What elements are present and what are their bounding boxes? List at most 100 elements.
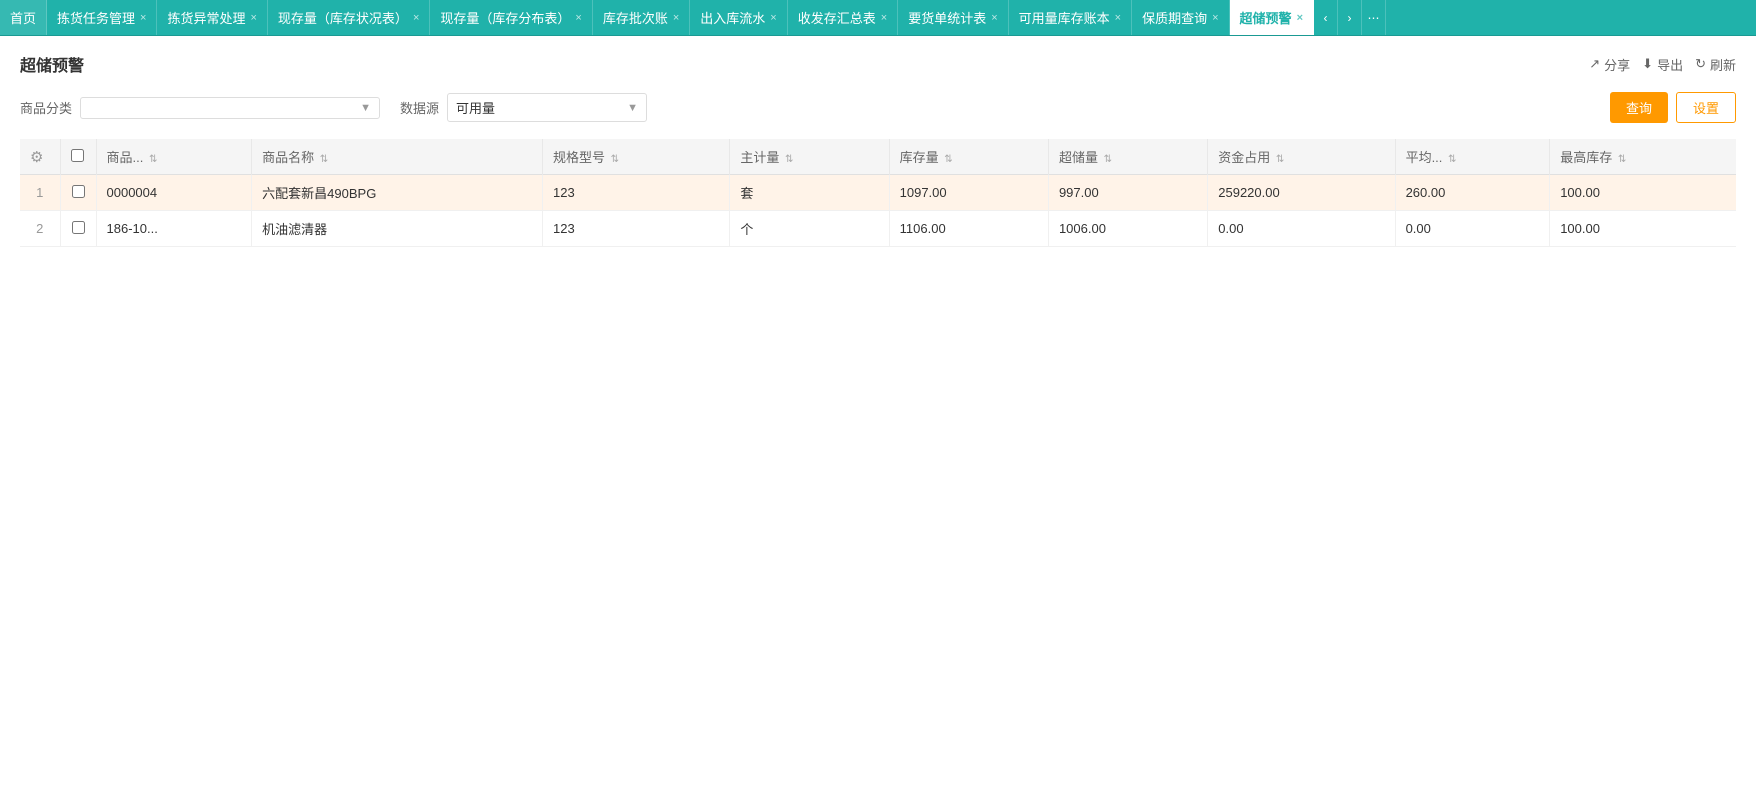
nav-expiry-label: 保质期查询: [1142, 8, 1207, 27]
nav-inout-label: 出入库流水: [700, 8, 765, 27]
page-title: 超储预警: [20, 52, 84, 76]
col-max-header[interactable]: 最高库存 ⇅: [1550, 139, 1736, 175]
nav-exception-close[interactable]: ×: [250, 12, 256, 24]
page-header: 超储预警 ↗ 分享 ⬇ 导出 ↻ 刷新: [20, 52, 1736, 76]
datasource-filter: 数据源 可用量 ▼: [400, 93, 647, 122]
nav-available-close[interactable]: ×: [1115, 12, 1121, 24]
sort-icon-capital: ⇅: [1276, 154, 1284, 165]
nav-prev-arrow[interactable]: ‹: [1314, 0, 1338, 35]
select-all-checkbox[interactable]: [71, 149, 84, 162]
nav-summary[interactable]: 收发存汇总表 ×: [788, 0, 898, 35]
nav-summary-label: 收发存汇总表: [798, 8, 876, 27]
nav-inout-close[interactable]: ×: [770, 12, 776, 24]
data-table: ⚙ 商品... ⇅ 商品名称 ⇅ 规格型号 ⇅: [20, 139, 1736, 247]
sort-icon-stock: ⇅: [944, 154, 952, 165]
nav-order-stat-close[interactable]: ×: [991, 12, 997, 24]
col-avg-label: 平均...: [1406, 150, 1443, 165]
nav-expiry-close[interactable]: ×: [1212, 12, 1218, 24]
nav-order-stat[interactable]: 要货单统计表 ×: [898, 0, 1008, 35]
col-product-name-header[interactable]: 商品名称 ⇅: [252, 139, 543, 175]
col-gear[interactable]: ⚙: [20, 139, 60, 175]
query-button[interactable]: 查询: [1610, 92, 1668, 123]
filter-buttons: 查询 设置: [1610, 92, 1736, 123]
export-label: 导出: [1657, 55, 1683, 74]
refresh-label: 刷新: [1710, 55, 1736, 74]
nav-summary-close[interactable]: ×: [881, 12, 887, 24]
col-product-name-label: 商品名称: [262, 150, 314, 165]
nav-task-mgmt-label: 拣货任务管理: [57, 8, 135, 27]
nav-task-mgmt[interactable]: 拣货任务管理 ×: [47, 0, 157, 35]
nav-exception-label: 拣货异常处理: [167, 8, 245, 27]
col-product-code-header[interactable]: 商品... ⇅: [96, 139, 252, 175]
cell-spec: 123: [543, 175, 730, 211]
cell-product-name: 机油滤清器: [252, 211, 543, 247]
nav-stock-status[interactable]: 现存量（库存状况表） ×: [268, 0, 430, 35]
nav-home[interactable]: 首页: [0, 0, 47, 35]
col-spec-label: 规格型号: [553, 150, 605, 165]
cell-unit: 套: [730, 175, 889, 211]
row-checkbox[interactable]: [72, 221, 85, 234]
nav-stock-dist-label: 现存量（库存分布表）: [440, 8, 570, 27]
col-stock-header[interactable]: 库存量 ⇅: [889, 139, 1048, 175]
cell-product-name: 六配套新昌490BPG: [252, 175, 543, 211]
col-overstock-header[interactable]: 超储量 ⇅: [1048, 139, 1207, 175]
nav-overstock-label: 超储预警: [1240, 8, 1292, 27]
datasource-select[interactable]: 可用量 ▼: [447, 93, 647, 122]
nav-stock-status-close[interactable]: ×: [413, 12, 419, 24]
nav-batch-label: 库存批次账: [603, 8, 668, 27]
cell-stock: 1106.00: [889, 211, 1048, 247]
chevron-down-icon-2: ▼: [627, 102, 638, 114]
nav-more-arrow[interactable]: ⋯: [1362, 0, 1386, 35]
category-filter: 商品分类 ▼: [20, 97, 380, 119]
gear-icon[interactable]: ⚙: [30, 149, 43, 166]
nav-available[interactable]: 可用量库存账本 ×: [1009, 0, 1132, 35]
col-overstock-label: 超储量: [1059, 150, 1098, 165]
col-avg-header[interactable]: 平均... ⇅: [1395, 139, 1550, 175]
row-checkbox[interactable]: [72, 185, 85, 198]
nav-task-mgmt-close[interactable]: ×: [140, 12, 146, 24]
col-spec-header[interactable]: 规格型号 ⇅: [543, 139, 730, 175]
category-select[interactable]: ▼: [80, 97, 380, 119]
cell-overstock: 1006.00: [1048, 211, 1207, 247]
nav-stock-dist[interactable]: 现存量（库存分布表） ×: [430, 0, 592, 35]
table-row: 1 0000004 六配套新昌490BPG 123 套 1097.00 997.…: [20, 175, 1736, 211]
export-action[interactable]: ⬇ 导出: [1642, 55, 1683, 74]
cell-max-stock: 100.00: [1550, 175, 1736, 211]
row-checkbox-cell[interactable]: [60, 175, 96, 211]
sort-icon-max: ⇅: [1618, 154, 1626, 165]
col-checkbox-header[interactable]: [60, 139, 96, 175]
nav-expiry[interactable]: 保质期查询 ×: [1132, 0, 1229, 35]
col-capital-header[interactable]: 资金占用 ⇅: [1208, 139, 1395, 175]
nav-inout[interactable]: 出入库流水 ×: [690, 0, 787, 35]
row-checkbox-cell[interactable]: [60, 211, 96, 247]
cell-capital: 259220.00: [1208, 175, 1395, 211]
nav-stock-dist-close[interactable]: ×: [575, 12, 581, 24]
nav-next-arrow[interactable]: ›: [1338, 0, 1362, 35]
nav-batch[interactable]: 库存批次账 ×: [593, 0, 690, 35]
refresh-action[interactable]: ↻ 刷新: [1695, 55, 1736, 74]
sort-icon-unit: ⇅: [785, 154, 793, 165]
table-body: 1 0000004 六配套新昌490BPG 123 套 1097.00 997.…: [20, 175, 1736, 247]
sort-icon-overstock: ⇅: [1104, 154, 1112, 165]
chevron-down-icon: ▼: [360, 102, 371, 114]
cell-avg: 260.00: [1395, 175, 1550, 211]
nav-batch-close[interactable]: ×: [673, 12, 679, 24]
nav-available-label: 可用量库存账本: [1019, 8, 1110, 27]
sort-icon-code: ⇅: [149, 154, 157, 165]
export-icon: ⬇: [1642, 56, 1653, 72]
settings-button[interactable]: 设置: [1676, 92, 1736, 123]
nav-overstock[interactable]: 超储预警 ×: [1230, 0, 1314, 35]
share-icon: ↗: [1589, 56, 1600, 72]
nav-home-label: 首页: [10, 8, 36, 27]
col-unit-header[interactable]: 主计量 ⇅: [730, 139, 889, 175]
table-row: 2 186-10... 机油滤清器 123 个 1106.00 1006.00 …: [20, 211, 1736, 247]
nav-exception[interactable]: 拣货异常处理 ×: [157, 0, 267, 35]
top-nav: 首页 拣货任务管理 × 拣货异常处理 × 现存量（库存状况表） × 现存量（库存…: [0, 0, 1756, 36]
share-label: 分享: [1604, 55, 1630, 74]
share-action[interactable]: ↗ 分享: [1589, 55, 1630, 74]
nav-overstock-close[interactable]: ×: [1297, 12, 1303, 24]
cell-product-code: 186-10...: [96, 211, 252, 247]
cell-unit: 个: [730, 211, 889, 247]
table-wrapper: ⚙ 商品... ⇅ 商品名称 ⇅ 规格型号 ⇅: [20, 139, 1736, 247]
nav-order-stat-label: 要货单统计表: [908, 8, 986, 27]
